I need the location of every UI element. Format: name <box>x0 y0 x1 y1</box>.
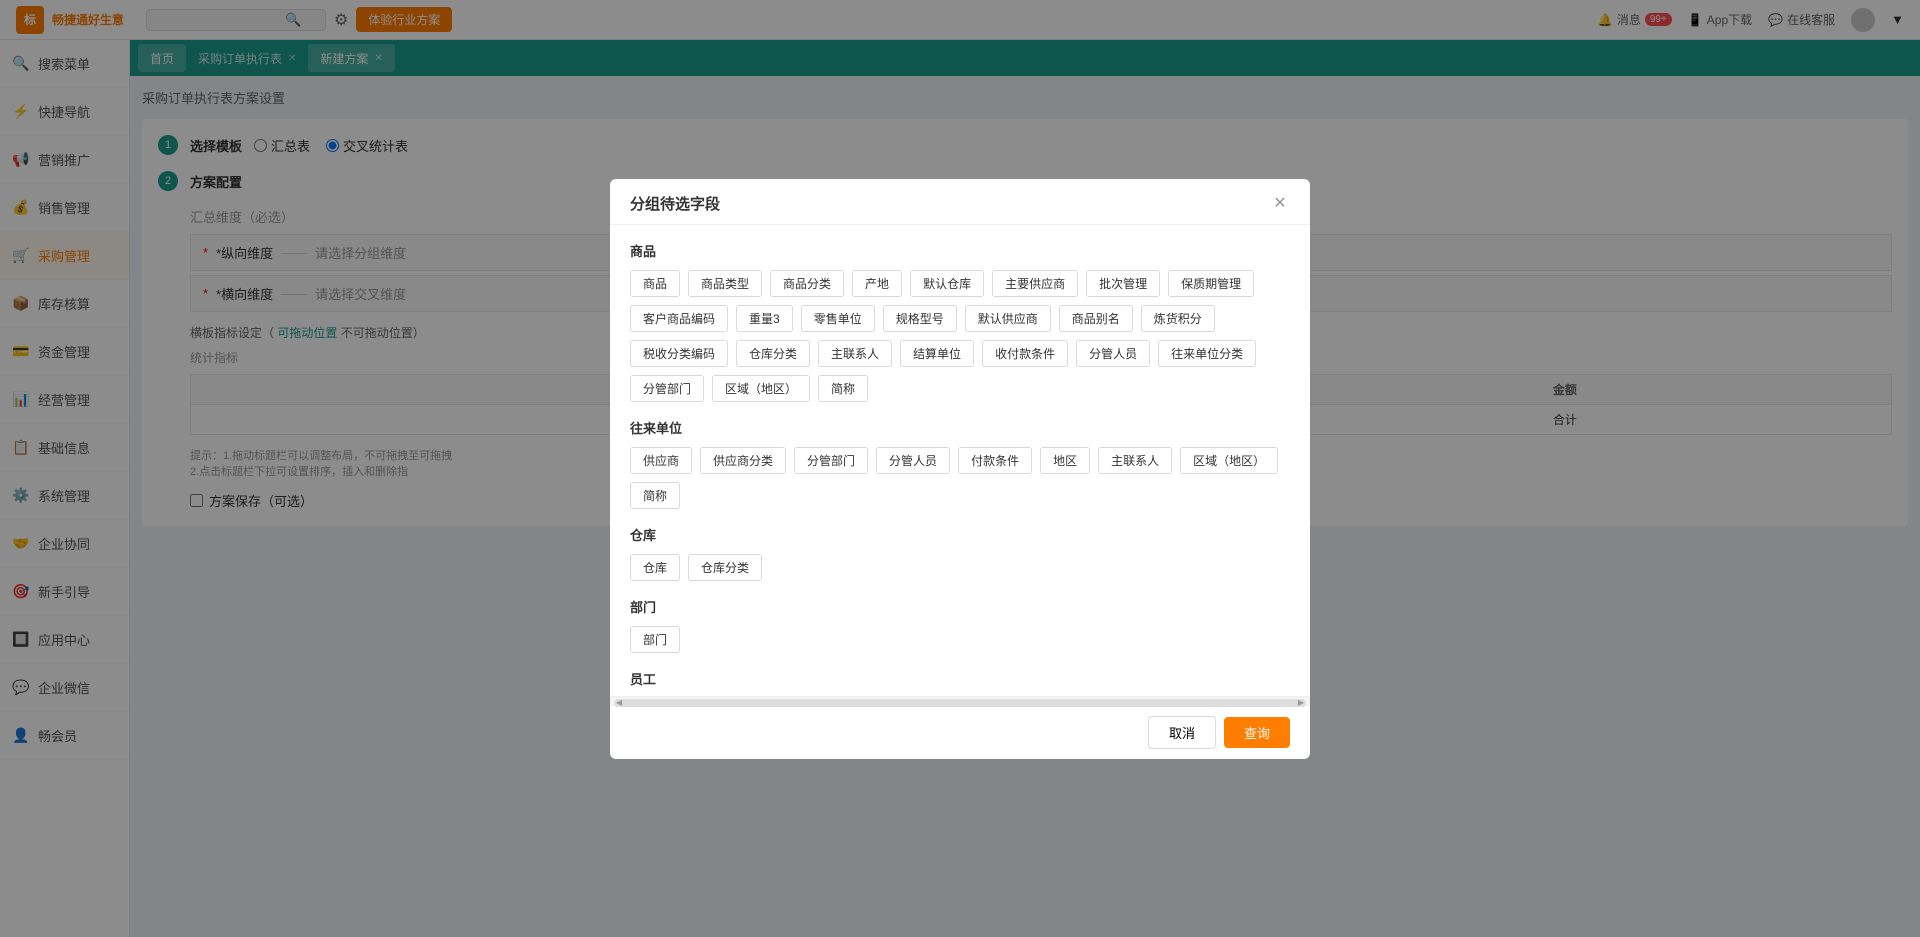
dialog-footer: 取消 查询 <box>610 705 1310 759</box>
dialog-hscrollbar-area: ◀ ▶ <box>610 696 1310 705</box>
field-weight3[interactable]: 重量3 <box>736 305 793 332</box>
dialog-body[interactable]: 商品 商品 商品类型 商品分类 产地 默认仓库 主要供应商 批次管理 保质期管理… <box>610 225 1310 696</box>
field-mgmt-person[interactable]: 分管人员 <box>876 447 950 474</box>
hscroll-right-arrow[interactable]: ▶ <box>1298 698 1304 707</box>
section-warehouse-title: 仓库 <box>630 525 1290 544</box>
field-area[interactable]: 地区 <box>1040 447 1090 474</box>
field-supplier[interactable]: 供应商 <box>630 447 692 474</box>
dialog-header: 分组待选字段 ✕ <box>610 179 1310 225</box>
field-main-contact[interactable]: 主联系人 <box>818 340 892 367</box>
section-warehouse-fields: 仓库 仓库分类 <box>630 554 1290 581</box>
field-spec-model[interactable]: 规格型号 <box>883 305 957 332</box>
field-customer-code[interactable]: 客户商品编码 <box>630 305 728 332</box>
field-payment-terms[interactable]: 收付款条件 <box>982 340 1068 367</box>
field-goods-category[interactable]: 商品分类 <box>770 270 844 297</box>
section-counterpart: 往来单位 供应商 供应商分类 分管部门 分管人员 付款条件 地区 主联系人 区域… <box>630 418 1290 509</box>
section-goods-title: 商品 <box>630 241 1290 260</box>
dialog-close-icon[interactable]: ✕ <box>1270 193 1290 213</box>
field-mgmt-dept[interactable]: 分管部门 <box>794 447 868 474</box>
field-department[interactable]: 部门 <box>630 626 680 653</box>
field-origin[interactable]: 产地 <box>852 270 902 297</box>
cancel-button[interactable]: 取消 <box>1148 716 1216 749</box>
field-counterpart-category[interactable]: 往来单位分类 <box>1158 340 1256 367</box>
field-region[interactable]: 区域（地区） <box>712 375 810 402</box>
section-warehouse: 仓库 仓库 仓库分类 <box>630 525 1290 581</box>
field-batch-mgmt[interactable]: 批次管理 <box>1086 270 1160 297</box>
section-goods-fields: 商品 商品类型 商品分类 产地 默认仓库 主要供应商 批次管理 保质期管理 客户… <box>630 270 1290 402</box>
field-region2[interactable]: 区域（地区） <box>1180 447 1278 474</box>
field-tax-code[interactable]: 税收分类编码 <box>630 340 728 367</box>
field-shelf-life[interactable]: 保质期管理 <box>1168 270 1254 297</box>
field-default-warehouse[interactable]: 默认仓库 <box>910 270 984 297</box>
field-settlement-unit[interactable]: 结算单位 <box>900 340 974 367</box>
field-warehouse[interactable]: 仓库 <box>630 554 680 581</box>
section-counterpart-fields: 供应商 供应商分类 分管部门 分管人员 付款条件 地区 主联系人 区域（地区） … <box>630 447 1290 509</box>
field-goods-type[interactable]: 商品类型 <box>688 270 762 297</box>
dialog-title: 分组待选字段 <box>630 193 720 214</box>
field-contact[interactable]: 主联系人 <box>1098 447 1172 474</box>
field-goods[interactable]: 商品 <box>630 270 680 297</box>
section-counterpart-title: 往来单位 <box>630 418 1290 437</box>
field-main-supplier[interactable]: 主要供应商 <box>992 270 1078 297</box>
field-default-supplier[interactable]: 默认供应商 <box>965 305 1051 332</box>
field-dept[interactable]: 分管部门 <box>630 375 704 402</box>
section-department: 部门 部门 <box>630 597 1290 653</box>
field-supplier-category[interactable]: 供应商分类 <box>700 447 786 474</box>
hscroll-left-arrow[interactable]: ◀ <box>616 698 622 707</box>
field-abbr[interactable]: 简称 <box>630 482 680 509</box>
field-selection-dialog: 分组待选字段 ✕ 商品 商品 商品类型 商品分类 产地 默认仓库 主要供应商 批… <box>610 179 1310 759</box>
field-supervisor[interactable]: 分管人员 <box>1076 340 1150 367</box>
field-payment-cond[interactable]: 付款条件 <box>958 447 1032 474</box>
field-points[interactable]: 炼货积分 <box>1141 305 1215 332</box>
section-goods: 商品 商品 商品类型 商品分类 产地 默认仓库 主要供应商 批次管理 保质期管理… <box>630 241 1290 402</box>
dialog-hscrollbar[interactable]: ◀ ▶ <box>614 699 1306 707</box>
field-warehouse-category[interactable]: 仓库分类 <box>736 340 810 367</box>
field-warehouse-cat[interactable]: 仓库分类 <box>688 554 762 581</box>
section-department-title: 部门 <box>630 597 1290 616</box>
field-short-name[interactable]: 简称 <box>818 375 868 402</box>
field-goods-alias[interactable]: 商品别名 <box>1059 305 1133 332</box>
field-retail-unit[interactable]: 零售单位 <box>801 305 875 332</box>
section-department-fields: 部门 <box>630 626 1290 653</box>
section-employee-title: 员工 <box>630 669 1290 688</box>
section-employee: 员工 业务员 <box>630 669 1290 696</box>
dialog-overlay: 分组待选字段 ✕ 商品 商品 商品类型 商品分类 产地 默认仓库 主要供应商 批… <box>0 0 1920 937</box>
confirm-button[interactable]: 查询 <box>1224 717 1290 748</box>
